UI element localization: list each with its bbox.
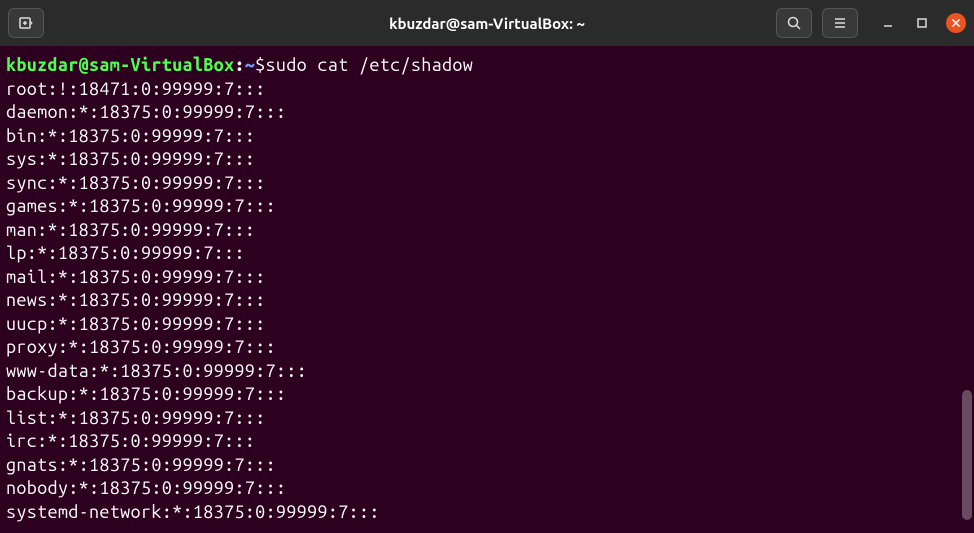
output-line: root:!:18471:0:99999:7::: — [6, 78, 968, 102]
hamburger-icon — [832, 15, 848, 31]
minimize-icon — [882, 17, 894, 29]
window-title: kbuzdar@sam-VirtualBox: ~ — [389, 15, 585, 32]
prompt-line: kbuzdar@sam-VirtualBox:~$ sudo cat /etc/… — [6, 54, 968, 78]
output-line: man:*:18375:0:99999:7::: — [6, 219, 968, 243]
close-button[interactable] — [946, 13, 966, 33]
search-button[interactable] — [776, 8, 812, 38]
prompt-colon: : — [234, 54, 244, 78]
output-line: daemon:*:18375:0:99999:7::: — [6, 101, 968, 125]
minimize-button[interactable] — [878, 13, 898, 33]
search-icon — [786, 15, 802, 31]
output-line: sync:*:18375:0:99999:7::: — [6, 172, 968, 196]
output-line: sys:*:18375:0:99999:7::: — [6, 148, 968, 172]
output-line: irc:*:18375:0:99999:7::: — [6, 430, 968, 454]
new-tab-button[interactable] — [8, 8, 44, 38]
output-line: nobody:*:18375:0:99999:7::: — [6, 477, 968, 501]
window-controls — [878, 13, 966, 33]
prompt-path: ~ — [245, 54, 255, 78]
output-line: proxy:*:18375:0:99999:7::: — [6, 336, 968, 360]
titlebar-right — [776, 8, 966, 38]
menu-button[interactable] — [822, 8, 858, 38]
new-tab-icon — [18, 15, 34, 31]
maximize-button[interactable] — [912, 13, 932, 33]
maximize-icon — [916, 17, 928, 29]
output-line: mail:*:18375:0:99999:7::: — [6, 266, 968, 290]
scrollbar-thumb[interactable] — [962, 390, 972, 520]
output-line: list:*:18375:0:99999:7::: — [6, 407, 968, 431]
terminal-body[interactable]: kbuzdar@sam-VirtualBox:~$ sudo cat /etc/… — [0, 46, 974, 532]
prompt-dollar: $ — [255, 54, 265, 78]
output-container: root:!:18471:0:99999:7:::daemon:*:18375:… — [6, 78, 968, 525]
titlebar-left — [8, 8, 44, 38]
close-icon — [951, 18, 961, 28]
prompt-user-host: kbuzdar@sam-VirtualBox — [6, 54, 234, 78]
output-line: systemd-network:*:18375:0:99999:7::: — [6, 501, 968, 525]
output-line: gnats:*:18375:0:99999:7::: — [6, 454, 968, 478]
output-line: uucp:*:18375:0:99999:7::: — [6, 313, 968, 337]
output-line: lp:*:18375:0:99999:7::: — [6, 242, 968, 266]
output-line: news:*:18375:0:99999:7::: — [6, 289, 968, 313]
command-text: sudo cat /etc/shadow — [266, 54, 474, 78]
output-line: games:*:18375:0:99999:7::: — [6, 195, 968, 219]
output-line: bin:*:18375:0:99999:7::: — [6, 125, 968, 149]
output-line: www-data:*:18375:0:99999:7::: — [6, 360, 968, 384]
titlebar: kbuzdar@sam-VirtualBox: ~ — [0, 0, 974, 46]
output-line: backup:*:18375:0:99999:7::: — [6, 383, 968, 407]
